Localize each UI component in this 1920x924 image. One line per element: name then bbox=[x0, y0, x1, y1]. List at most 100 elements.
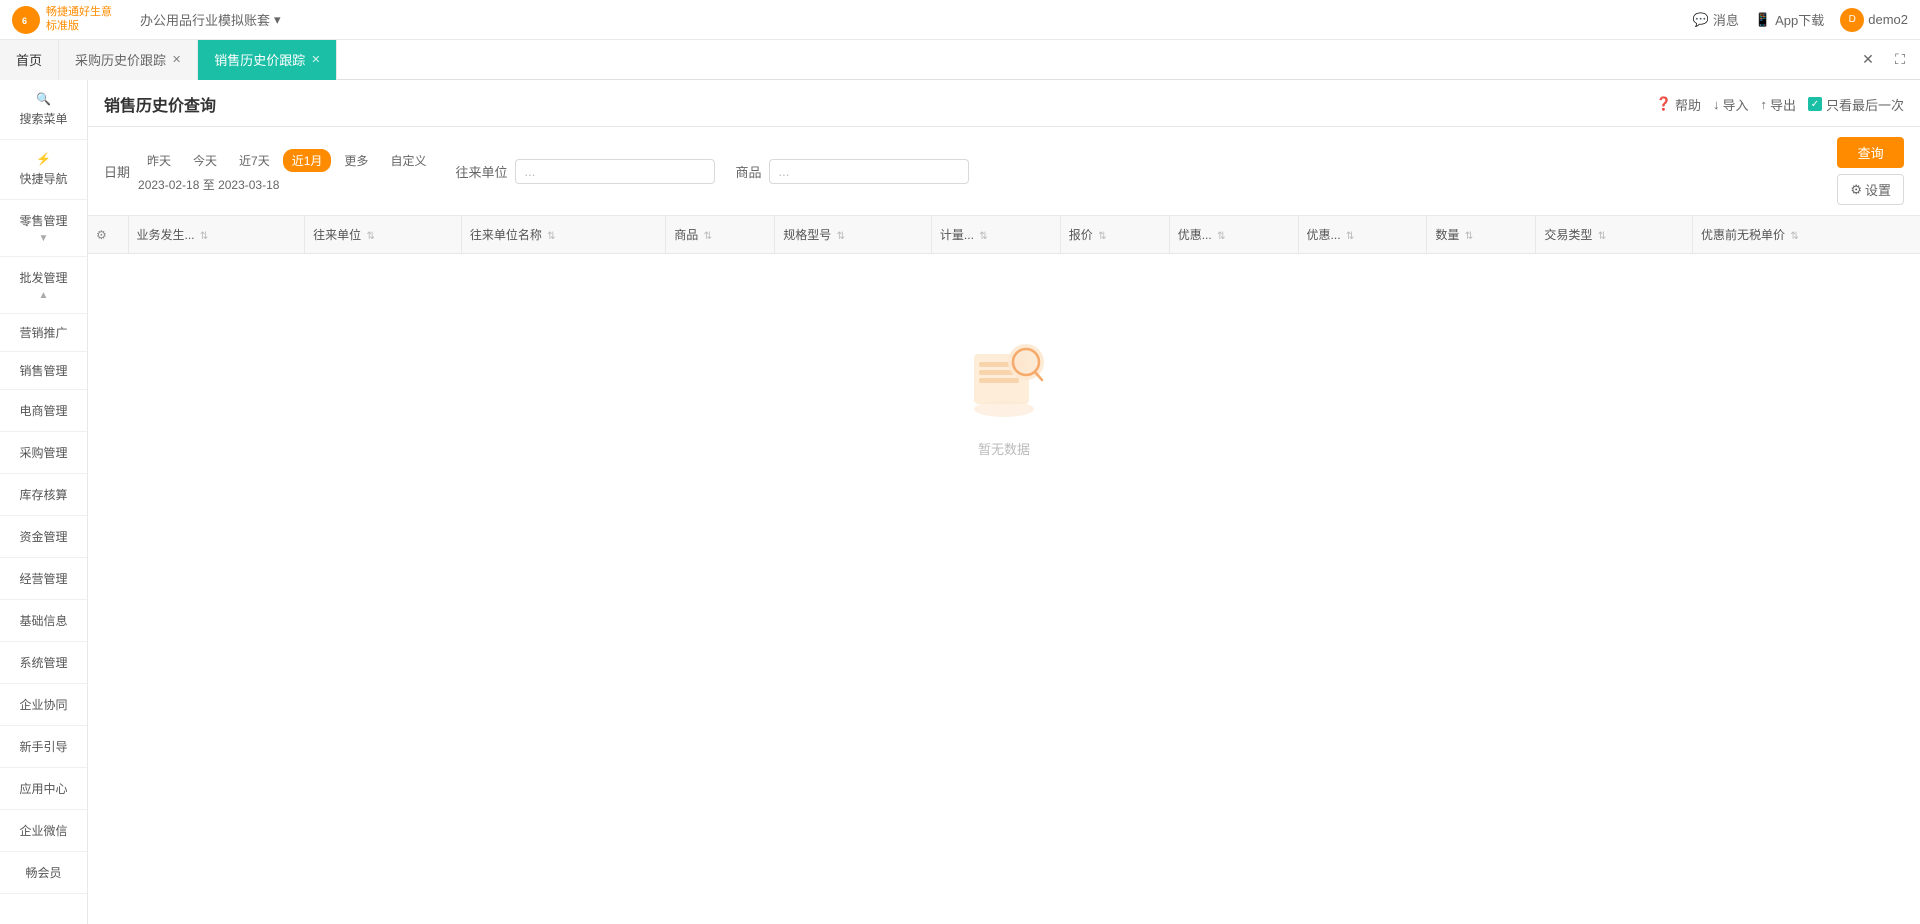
query-actions: 查询 ⚙ 设置 bbox=[1837, 137, 1904, 205]
sidebar-item-wholesale[interactable]: 批发管理 ▲ bbox=[0, 257, 87, 314]
col-pretax-price[interactable]: 优惠前无税单价 ⇅ bbox=[1693, 216, 1920, 254]
page-header: 销售历史价查询 ❓ 帮助 ↓ 导入 ↑ 导出 ✓ 只看最后一次 bbox=[88, 80, 1920, 127]
col-partner-code[interactable]: 往来单位 ⇅ bbox=[305, 216, 462, 254]
table-settings-icon[interactable]: ⚙ bbox=[96, 228, 107, 242]
product-input[interactable]: ... bbox=[769, 159, 969, 184]
sort-icon-discount1: ⇅ bbox=[1217, 231, 1225, 242]
checkbox-icon: ✓ bbox=[1808, 97, 1822, 111]
empty-text: 暂无数据 bbox=[978, 439, 1030, 458]
app-download-button[interactable]: 📱 App下载 bbox=[1755, 10, 1824, 29]
export-button[interactable]: ↑ 导出 bbox=[1760, 95, 1796, 114]
col-discount2[interactable]: 优惠... ⇅ bbox=[1298, 216, 1427, 254]
query-button[interactable]: 查询 bbox=[1837, 137, 1904, 168]
app-selector[interactable]: 办公用品行业模拟账套 ▾ bbox=[140, 10, 281, 29]
top-bar-right: 💬 消息 📱 App下载 D demo2 bbox=[1693, 8, 1908, 32]
settings-button[interactable]: ⚙ 设置 bbox=[1837, 174, 1904, 205]
empty-state: 暂无数据 bbox=[88, 254, 1920, 538]
message-icon: 💬 bbox=[1693, 12, 1709, 28]
data-table: ⚙ 业务发生... ⇅ 往来单位 ⇅ 往来单位名称 ⇅ bbox=[88, 216, 1920, 538]
tab-purchase-history[interactable]: 采购历史价跟踪 ✕ bbox=[59, 40, 198, 80]
partner-input[interactable]: ... bbox=[515, 159, 715, 184]
sidebar-item-enterprise[interactable]: 企业协同 bbox=[0, 684, 87, 726]
message-button[interactable]: 💬 消息 bbox=[1693, 10, 1739, 29]
sidebar-item-apps[interactable]: 应用中心 bbox=[0, 768, 87, 810]
sidebar-item-basic-info[interactable]: 基础信息 bbox=[0, 600, 87, 642]
empty-illustration bbox=[954, 334, 1054, 427]
avatar: D bbox=[1840, 8, 1864, 32]
date-btn-yesterday[interactable]: 昨天 bbox=[138, 149, 180, 172]
date-filter-group: 日期 昨天 今天 近7天 近1月 更多 自定义 2023-02-18 至 202… bbox=[104, 149, 435, 193]
sort-icon-quote: ⇅ bbox=[1098, 231, 1106, 242]
col-trade-type[interactable]: 交易类型 ⇅ bbox=[1536, 216, 1693, 254]
tab-sales-history[interactable]: 销售历史价跟踪 ✕ bbox=[198, 40, 337, 80]
col-quantity[interactable]: 数量 ⇅ bbox=[1427, 216, 1536, 254]
tab-purchase-history-close[interactable]: ✕ bbox=[172, 53, 181, 66]
tab-bar-actions: ✕ ⛶ bbox=[1856, 48, 1920, 72]
sort-icon-biz-date: ⇅ bbox=[200, 231, 208, 242]
logo-text: 畅捷通好生意 标准版 bbox=[46, 6, 112, 32]
content-area: 销售历史价查询 ❓ 帮助 ↓ 导入 ↑ 导出 ✓ 只看最后一次 bbox=[88, 80, 1920, 924]
import-button[interactable]: ↓ 导入 bbox=[1713, 95, 1749, 114]
search-icon: 🔍 bbox=[36, 92, 51, 106]
sidebar-item-ecommerce[interactable]: 电商管理 bbox=[0, 390, 87, 432]
date-buttons: 昨天 今天 近7天 近1月 更多 自定义 bbox=[138, 149, 435, 172]
filter-bar: 日期 昨天 今天 近7天 近1月 更多 自定义 2023-02-18 至 202… bbox=[88, 127, 1920, 216]
col-spec[interactable]: 规格型号 ⇅ bbox=[775, 216, 932, 254]
col-product[interactable]: 商品 ⇅ bbox=[666, 216, 775, 254]
date-btn-more[interactable]: 更多 bbox=[335, 149, 377, 172]
close-tab-button[interactable]: ✕ bbox=[1856, 48, 1880, 72]
sort-icon-partner-name: ⇅ bbox=[547, 231, 555, 242]
col-partner-name[interactable]: 往来单位名称 ⇅ bbox=[461, 216, 665, 254]
page-header-actions: ❓ 帮助 ↓ 导入 ↑ 导出 ✓ 只看最后一次 bbox=[1656, 95, 1904, 114]
sort-icon-discount2: ⇅ bbox=[1346, 231, 1354, 242]
col-biz-date[interactable]: 业务发生... ⇅ bbox=[128, 216, 305, 254]
tab-purchase-history-label: 采购历史价跟踪 bbox=[75, 50, 166, 69]
date-btn-7days[interactable]: 近7天 bbox=[230, 149, 279, 172]
sidebar-item-inventory[interactable]: 库存核算 bbox=[0, 474, 87, 516]
logo-area: 6 畅捷通好生意 标准版 bbox=[12, 6, 112, 34]
product-filter-group: 商品 ... bbox=[735, 159, 969, 184]
tab-home-label: 首页 bbox=[16, 50, 42, 69]
sort-icon-spec: ⇅ bbox=[837, 231, 845, 242]
maximize-button[interactable]: ⛶ bbox=[1888, 48, 1912, 72]
col-settings[interactable]: ⚙ bbox=[88, 216, 128, 254]
export-icon: ↑ bbox=[1760, 97, 1767, 112]
page-title: 销售历史价查询 bbox=[104, 92, 216, 116]
date-filter-label: 日期 bbox=[104, 162, 130, 181]
sidebar-item-search[interactable]: 🔍 搜索菜单 bbox=[0, 80, 87, 140]
date-btn-custom[interactable]: 自定义 bbox=[381, 149, 435, 172]
sidebar: 🔍 搜索菜单 ⚡ 快捷导航 零售管理 ▼ 批发管理 ▲ 营销推广 销售管理 电商… bbox=[0, 80, 88, 924]
user-menu[interactable]: D demo2 bbox=[1840, 8, 1908, 32]
col-unit[interactable]: 计量... ⇅ bbox=[931, 216, 1060, 254]
col-discount1[interactable]: 优惠... ⇅ bbox=[1169, 216, 1298, 254]
sort-icon-product: ⇅ bbox=[704, 231, 712, 242]
chevron-down-icon-retail: ▼ bbox=[39, 233, 49, 244]
sort-icon-pretax-price: ⇅ bbox=[1790, 231, 1798, 242]
sidebar-item-finance[interactable]: 资金管理 bbox=[0, 516, 87, 558]
col-quote[interactable]: 报价 ⇅ bbox=[1060, 216, 1169, 254]
last-once-checkbox[interactable]: ✓ 只看最后一次 bbox=[1808, 95, 1904, 114]
sidebar-item-marketing[interactable]: 营销推广 bbox=[0, 314, 87, 352]
sidebar-item-operations[interactable]: 经营管理 bbox=[0, 558, 87, 600]
top-bar-left: 6 畅捷通好生意 标准版 办公用品行业模拟账套 ▾ bbox=[12, 6, 281, 34]
sidebar-item-purchase[interactable]: 采购管理 bbox=[0, 432, 87, 474]
date-btn-today[interactable]: 今天 bbox=[184, 149, 226, 172]
sidebar-item-guide[interactable]: 新手引导 bbox=[0, 726, 87, 768]
import-icon: ↓ bbox=[1713, 97, 1720, 112]
help-icon: ❓ bbox=[1656, 96, 1672, 112]
sidebar-item-system[interactable]: 系统管理 bbox=[0, 642, 87, 684]
sidebar-item-member[interactable]: 畅会员 bbox=[0, 852, 87, 894]
sidebar-item-retail[interactable]: 零售管理 ▼ bbox=[0, 200, 87, 257]
tab-sales-history-close[interactable]: ✕ bbox=[311, 53, 320, 66]
help-button[interactable]: ❓ 帮助 bbox=[1656, 95, 1701, 114]
tab-home[interactable]: 首页 bbox=[0, 40, 59, 80]
top-bar: 6 畅捷通好生意 标准版 办公用品行业模拟账套 ▾ 💬 消息 📱 App下载 D… bbox=[0, 0, 1920, 40]
date-btn-1month[interactable]: 近1月 bbox=[283, 149, 332, 172]
table-container: ⚙ 业务发生... ⇅ 往来单位 ⇅ 往来单位名称 ⇅ bbox=[88, 216, 1920, 924]
sort-icon-quantity: ⇅ bbox=[1465, 231, 1473, 242]
tab-bar: 首页 采购历史价跟踪 ✕ 销售历史价跟踪 ✕ ✕ ⛶ bbox=[0, 40, 1920, 80]
sidebar-item-quick-nav[interactable]: ⚡ 快捷导航 bbox=[0, 140, 87, 200]
sidebar-item-wechat[interactable]: 企业微信 bbox=[0, 810, 87, 852]
sidebar-item-sales-mgmt[interactable]: 销售管理 bbox=[0, 352, 87, 390]
tab-sales-history-label: 销售历史价跟踪 bbox=[214, 50, 305, 69]
